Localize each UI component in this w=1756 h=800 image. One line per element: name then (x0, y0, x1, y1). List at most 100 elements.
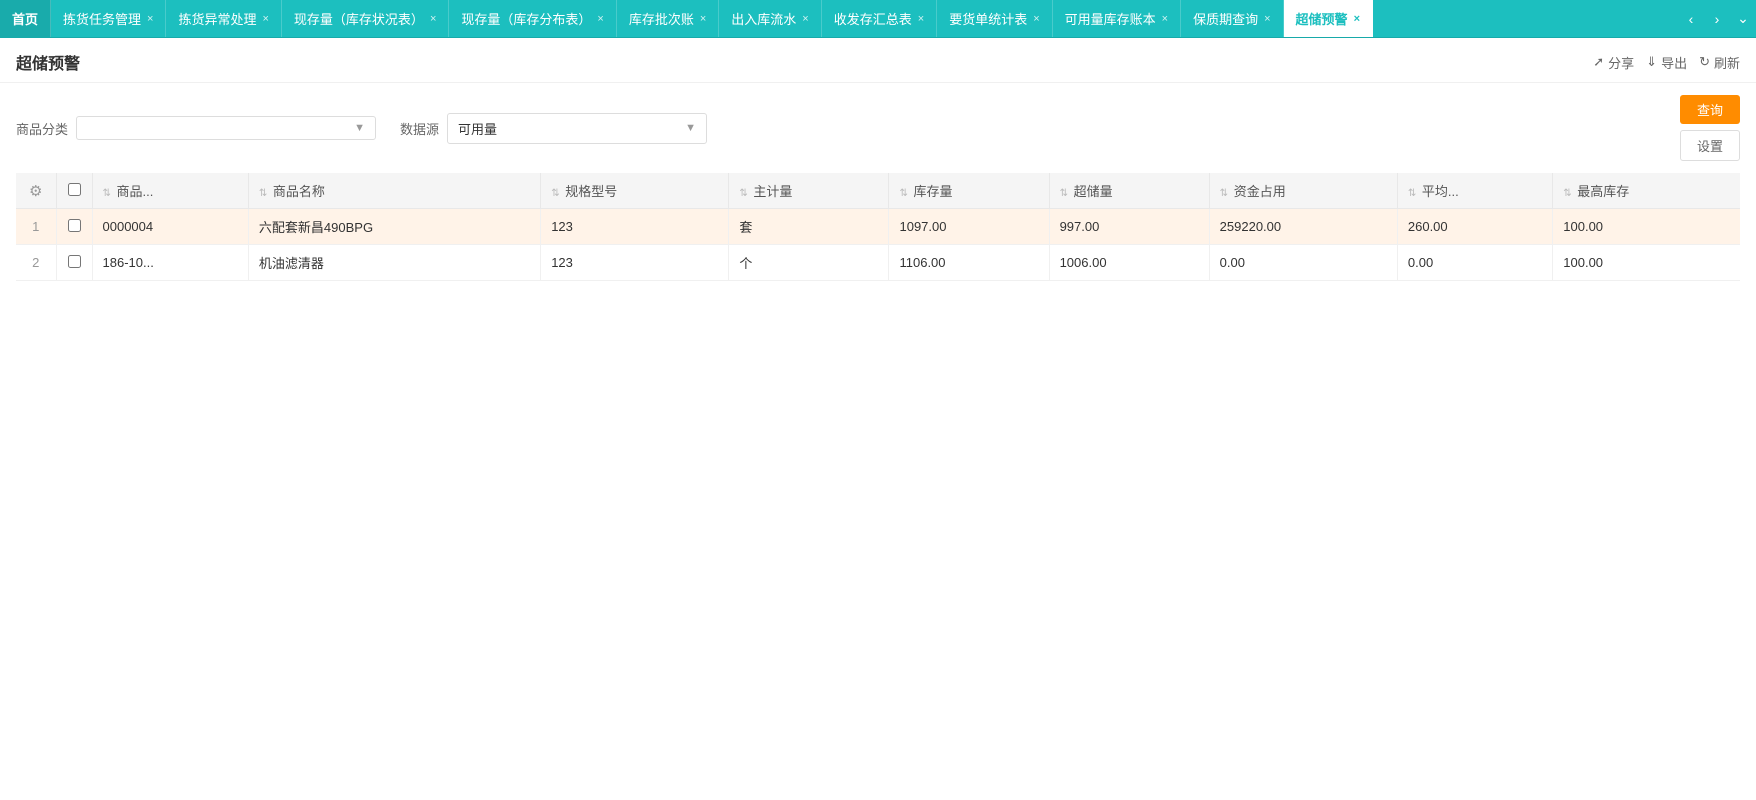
category-filter: 商品分类 ▼ (16, 116, 376, 140)
row-max-stock: 100.00 (1553, 245, 1740, 281)
col-unit[interactable]: ⇅ 主计量 (729, 173, 889, 209)
row-product-code: 0000004 (92, 209, 248, 245)
nav-tab-10-close[interactable]: × (1264, 13, 1270, 25)
datasource-label: 数据源 (400, 119, 439, 138)
table-container: ⚙ ⇅ 商品... ⇅ 商品名称 ⇅ 规格型号 ⇅ (0, 173, 1756, 281)
nav-tab-5-close[interactable]: × (700, 13, 706, 25)
row-product-name: 机油滤清器 (248, 245, 540, 281)
share-button[interactable]: ➚ 分享 (1593, 53, 1634, 72)
category-label: 商品分类 (16, 119, 68, 138)
nav-tab-10[interactable]: 保质期查询 × (1181, 0, 1283, 37)
page-title: 超储预警 (16, 50, 80, 74)
nav-tab-3-close[interactable]: × (430, 13, 436, 25)
settings-button[interactable]: 设置 (1680, 130, 1740, 161)
row-capital: 0.00 (1209, 245, 1397, 281)
col-product-name-label: 商品名称 (273, 184, 325, 199)
export-button[interactable]: ⇓ 导出 (1646, 53, 1687, 72)
row-avg: 0.00 (1397, 245, 1552, 281)
export-label: 导出 (1661, 53, 1687, 72)
chevron-down-icon: ▼ (354, 122, 365, 134)
nav-tab-5[interactable]: 库存批次账 × (617, 0, 719, 37)
nav-tab-11[interactable]: 超储预警 × (1284, 0, 1373, 37)
nav-tab-8[interactable]: 要货单统计表 × (937, 0, 1052, 37)
nav-tab-9[interactable]: 可用量库存账本 × (1053, 0, 1181, 37)
nav-menu-btn[interactable]: ⌄ (1730, 0, 1756, 38)
row-index: 1 (16, 209, 56, 245)
sort-icon-avg: ⇅ (1408, 188, 1416, 199)
nav-tab-2-close[interactable]: × (262, 13, 268, 25)
datasource-select[interactable]: 可用量 ▼ (447, 113, 707, 144)
nav-tab-7-label: 收发存汇总表 (834, 9, 912, 28)
sort-icon-over: ⇅ (1060, 188, 1068, 199)
nav-tab-9-close[interactable]: × (1162, 13, 1168, 25)
nav-tab-4-label: 现存量（库存分布表） (461, 9, 591, 28)
refresh-button[interactable]: ↻ 刷新 (1699, 53, 1740, 72)
nav-tab-6-close[interactable]: × (802, 13, 808, 25)
col-stock[interactable]: ⇅ 库存量 (889, 173, 1049, 209)
row-spec: 123 (541, 209, 729, 245)
nav-tab-2[interactable]: 拣货异常处理 × (166, 0, 281, 37)
col-avg[interactable]: ⇅ 平均... (1397, 173, 1552, 209)
row-spec: 123 (541, 245, 729, 281)
col-product-name[interactable]: ⇅ 商品名称 (248, 173, 540, 209)
query-button[interactable]: 查询 (1680, 95, 1740, 124)
nav-tab-2-label: 拣货异常处理 (178, 9, 256, 28)
row-checkbox-cell (56, 245, 92, 281)
col-max-stock[interactable]: ⇅ 最高库存 (1553, 173, 1740, 209)
nav-tab-6[interactable]: 出入库流水 × (719, 0, 821, 37)
share-icon: ➚ (1593, 54, 1604, 70)
nav-tab-4-close[interactable]: × (597, 13, 603, 25)
table-row: 2 186-10... 机油滤清器 123 个 1106.00 1006.00 … (16, 245, 1740, 281)
refresh-label: 刷新 (1714, 53, 1740, 72)
export-icon: ⇓ (1646, 54, 1657, 70)
row-product-name: 六配套新昌490BPG (248, 209, 540, 245)
top-nav: 首页 拣货任务管理 × 拣货异常处理 × 现存量（库存状况表） × 现存量（库存… (0, 0, 1756, 38)
nav-tab-10-label: 保质期查询 (1193, 9, 1258, 28)
nav-tab-7-close[interactable]: × (918, 13, 924, 25)
nav-tab-7[interactable]: 收发存汇总表 × (822, 0, 937, 37)
nav-tab-8-close[interactable]: × (1033, 13, 1039, 25)
refresh-icon: ↻ (1699, 54, 1710, 70)
col-over-label: 超储量 (1074, 184, 1113, 199)
nav-arrows: ‹ › ⌄ (1678, 0, 1756, 38)
nav-tab-1-label: 拣货任务管理 (63, 9, 141, 28)
col-product-code[interactable]: ⇅ 商品... (92, 173, 248, 209)
col-unit-label: 主计量 (753, 184, 792, 199)
nav-tab-3[interactable]: 现存量（库存状况表） × (282, 0, 449, 37)
nav-next-btn[interactable]: › (1704, 0, 1730, 38)
datasource-select-value: 可用量 (458, 119, 497, 138)
col-spec[interactable]: ⇅ 规格型号 (541, 173, 729, 209)
row-capital: 259220.00 (1209, 209, 1397, 245)
nav-tab-5-label: 库存批次账 (629, 9, 694, 28)
datasource-chevron-icon: ▼ (685, 122, 696, 134)
sort-icon-name: ⇅ (259, 188, 267, 199)
nav-tab-1-close[interactable]: × (147, 13, 153, 25)
nav-tab-home[interactable]: 首页 (0, 0, 51, 37)
row-checkbox[interactable] (68, 255, 81, 268)
nav-tab-11-label: 超储预警 (1296, 9, 1348, 28)
select-all-checkbox[interactable] (68, 183, 81, 196)
col-max-stock-label: 最高库存 (1577, 184, 1629, 199)
nav-tab-1[interactable]: 拣货任务管理 × (51, 0, 166, 37)
row-checkbox-cell (56, 209, 92, 245)
gear-icon[interactable]: ⚙ (29, 183, 42, 200)
page-header: 超储预警 ➚ 分享 ⇓ 导出 ↻ 刷新 (0, 38, 1756, 83)
nav-tab-4[interactable]: 现存量（库存分布表） × (449, 0, 616, 37)
share-label: 分享 (1608, 53, 1634, 72)
sort-icon-capital: ⇅ (1220, 188, 1228, 199)
nav-prev-btn[interactable]: ‹ (1678, 0, 1704, 38)
nav-tab-3-label: 现存量（库存状况表） (294, 9, 424, 28)
sort-icon-unit: ⇅ (739, 188, 747, 199)
category-select[interactable]: ▼ (76, 116, 376, 140)
row-max-stock: 100.00 (1553, 209, 1740, 245)
row-checkbox[interactable] (68, 219, 81, 232)
row-stock: 1106.00 (889, 245, 1049, 281)
col-capital[interactable]: ⇅ 资金占用 (1209, 173, 1397, 209)
header-actions: ➚ 分享 ⇓ 导出 ↻ 刷新 (1593, 53, 1740, 72)
nav-tab-11-close[interactable]: × (1354, 13, 1360, 25)
table-row: 1 0000004 六配套新昌490BPG 123 套 1097.00 997.… (16, 209, 1740, 245)
row-product-code: 186-10... (92, 245, 248, 281)
filter-row: 商品分类 ▼ 数据源 可用量 ▼ 查询 设置 (0, 83, 1756, 173)
row-unit: 个 (729, 245, 889, 281)
col-over[interactable]: ⇅ 超储量 (1049, 173, 1209, 209)
